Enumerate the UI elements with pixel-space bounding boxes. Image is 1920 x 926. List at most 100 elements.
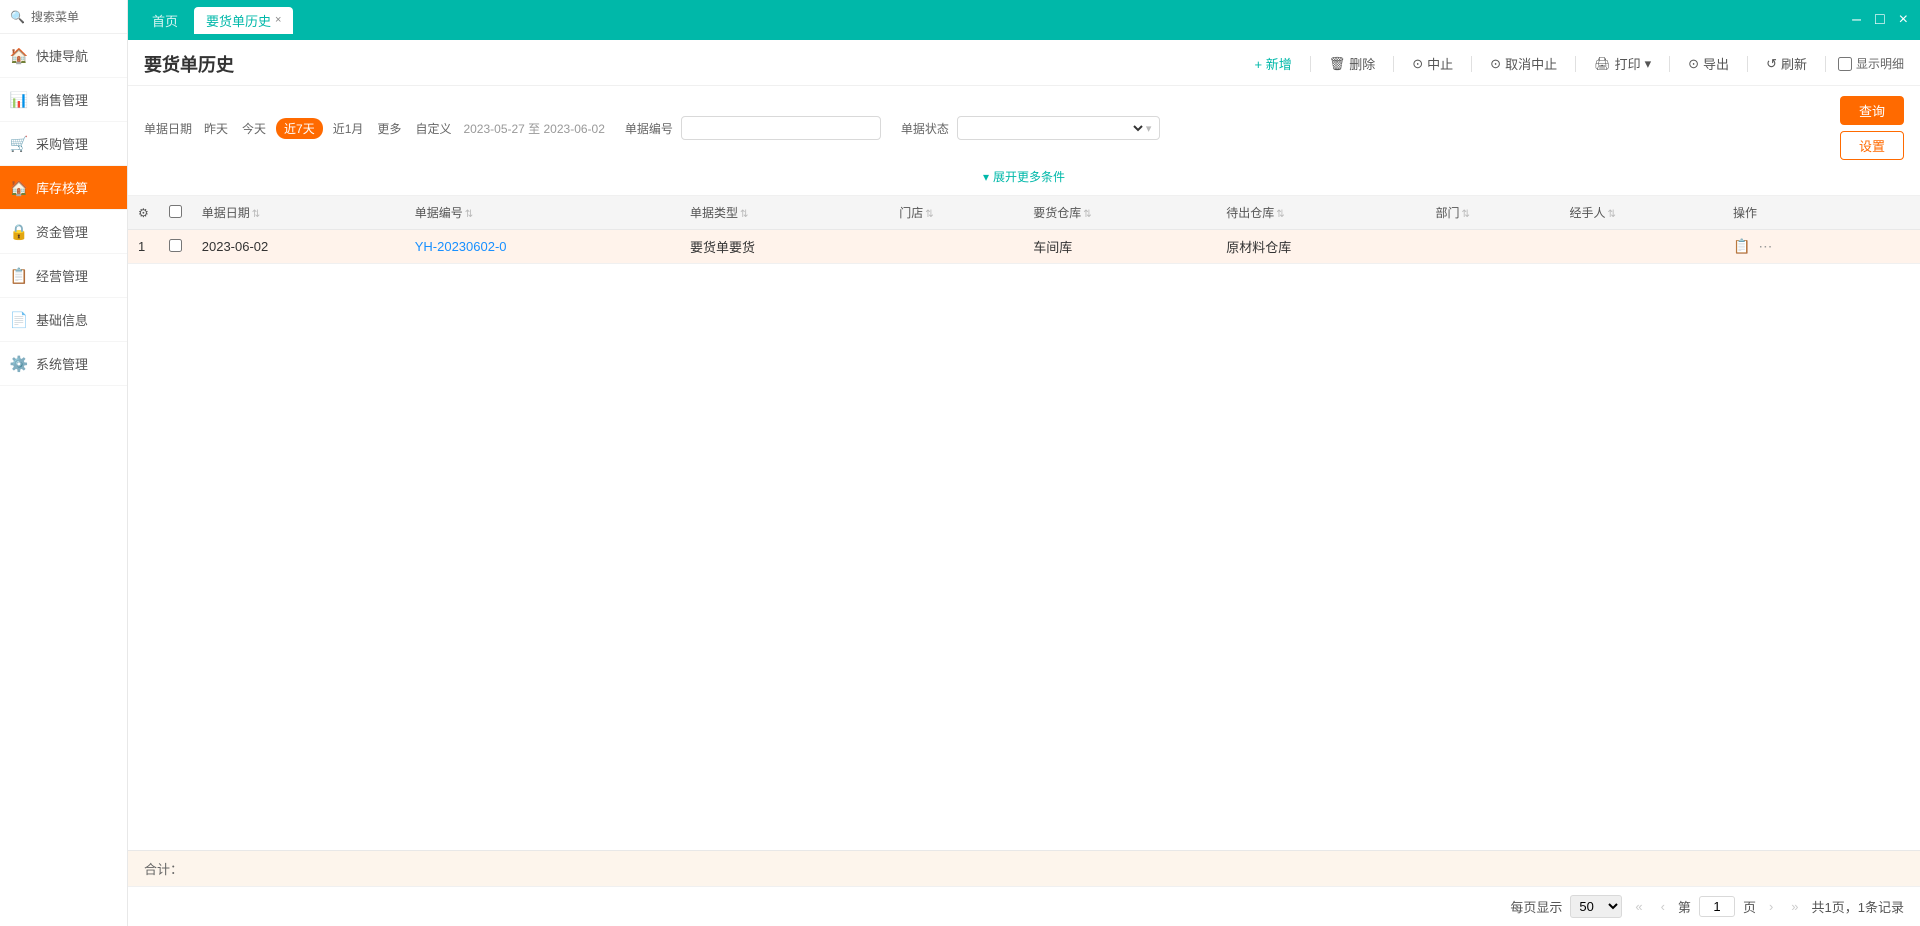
page-label-before: 第 [1678, 897, 1691, 916]
row-checkbox[interactable] [169, 239, 182, 252]
next-page-button[interactable]: › [1764, 897, 1778, 916]
sidebar-item-label: 库存核算 [36, 178, 88, 197]
table-row: 12023-06-02YH-20230602-0要货单要货车间库原材料仓库📋⋯ [128, 230, 1920, 264]
footer-total-label: 合计： [144, 862, 183, 877]
date-btn-more[interactable]: 更多 [373, 119, 405, 138]
toolbar-divider-5 [1669, 56, 1670, 72]
window-maximize-button[interactable]: □ [1875, 11, 1885, 29]
status-select[interactable] [966, 120, 1146, 136]
view-action-icon[interactable]: 📋 [1733, 238, 1750, 255]
status-dropdown-icon: ▾ [1146, 122, 1152, 135]
sidebar-item-label: 系统管理 [36, 354, 88, 373]
sort-icon: ⇅ [1607, 209, 1615, 220]
date-btn-yesterday[interactable]: 昨天 [200, 119, 232, 138]
print-label: 打印 [1615, 54, 1641, 73]
sidebar-item-system[interactable]: ⚙️ 系统管理 [0, 342, 127, 386]
delete-button[interactable]: 🗑 删除 [1323, 50, 1382, 77]
window-close-button[interactable]: × [1899, 11, 1908, 29]
date-btn-custom[interactable]: 自定义 [411, 119, 455, 138]
sort-icon: ⇅ [925, 209, 933, 220]
col-doc-no[interactable]: 单据编号⇅ [405, 196, 680, 230]
table-container: ⚙ 单据日期⇅ 单据编号⇅ 单据类型⇅ 门店⇅ [128, 196, 1920, 850]
new-button-label: + 新增 [1254, 54, 1291, 73]
pagination: 每页显示 50 10 20 100 « ‹ 第 页 › » 共1页，1条记录 [128, 886, 1920, 926]
sidebar-item-inventory[interactable]: 🏠 库存核算 [0, 166, 127, 210]
sidebar-item-label: 快捷导航 [36, 46, 88, 65]
sidebar-item-label: 采购管理 [36, 134, 88, 153]
show-detail-checkbox[interactable] [1838, 57, 1852, 71]
date-filter: 单据日期 昨天 今天 近7天 近1月 更多 自定义 2023-05-27 至 2… [144, 118, 605, 139]
filter-action-buttons: 查询 设置 [1840, 96, 1904, 160]
stop-button[interactable]: ⊙ 中止 [1406, 50, 1459, 77]
refresh-icon: ↺ [1766, 56, 1777, 72]
finance-icon: 🔒 [10, 223, 28, 241]
sidebar-item-label: 资金管理 [36, 222, 88, 241]
refresh-button[interactable]: ↺ 刷新 [1760, 50, 1813, 77]
cell-doc-type: 要货单要货 [680, 230, 889, 264]
col-pending-warehouse[interactable]: 待出仓库⇅ [1216, 196, 1425, 230]
col-doc-type[interactable]: 单据类型⇅ [680, 196, 889, 230]
filter-area: 单据日期 昨天 今天 近7天 近1月 更多 自定义 2023-05-27 至 2… [128, 86, 1920, 196]
col-settings[interactable]: ⚙ [128, 196, 159, 230]
tab-home[interactable]: 首页 [140, 7, 190, 34]
sidebar-item-label: 经营管理 [36, 266, 88, 285]
print-dropdown-icon[interactable]: ▾ [1645, 56, 1652, 72]
topbar-corner-buttons: – □ × [1852, 11, 1908, 29]
toolbar-divider-7 [1825, 56, 1826, 72]
col-req-warehouse[interactable]: 要货仓库⇅ [1023, 196, 1216, 230]
tab-close-icon[interactable]: × [275, 14, 281, 26]
basic-info-icon: 📄 [10, 311, 28, 329]
toolbar-divider-2 [1393, 56, 1394, 72]
doc-no-label: 单据编号 [625, 120, 673, 137]
toolbar-divider-3 [1471, 56, 1472, 72]
sidebar-item-basic-info[interactable]: 📄 基础信息 [0, 298, 127, 342]
query-button[interactable]: 查询 [1840, 96, 1904, 125]
expand-more-label: 展开更多条件 [993, 168, 1065, 185]
date-quick-select: 昨天 今天 近7天 近1月 更多 自定义 [200, 118, 455, 139]
stop-icon: ⊙ [1412, 56, 1423, 72]
date-btn-1month[interactable]: 近1月 [329, 119, 368, 138]
cancel-stop-button[interactable]: ⊙ 取消中止 [1484, 50, 1563, 77]
print-icon: 🖨 [1594, 56, 1611, 72]
cell-req-warehouse: 车间库 [1023, 230, 1216, 264]
last-page-button[interactable]: » [1786, 897, 1803, 916]
doc-no-input[interactable] [681, 116, 881, 140]
page-size-select[interactable]: 50 10 20 100 [1570, 895, 1622, 918]
first-page-button[interactable]: « [1630, 897, 1647, 916]
col-handler[interactable]: 经手人⇅ [1559, 196, 1722, 230]
show-detail-toggle[interactable]: 显示明细 [1838, 55, 1904, 72]
doc-no-link[interactable]: YH-20230602-0 [415, 239, 507, 254]
prev-page-button[interactable]: ‹ [1656, 897, 1670, 916]
cancel-stop-label: 取消中止 [1505, 54, 1557, 73]
tab-requisition-history[interactable]: 要货单历史 × [194, 7, 293, 34]
col-store[interactable]: 门店⇅ [889, 196, 1023, 230]
status-select-wrap: ▾ [957, 116, 1161, 140]
sidebar-item-sales[interactable]: 📊 销售管理 [0, 78, 127, 122]
sort-icon: ⇅ [740, 209, 748, 220]
page-input[interactable] [1699, 896, 1735, 917]
requisition-table: ⚙ 单据日期⇅ 单据编号⇅ 单据类型⇅ 门店⇅ [128, 196, 1920, 264]
sidebar-item-quick-nav[interactable]: 🏠 快捷导航 [0, 34, 127, 78]
print-button[interactable]: 🖨 打印 ▾ [1588, 50, 1657, 77]
sidebar-item-purchase[interactable]: 🛒 采购管理 [0, 122, 127, 166]
col-action: 操作 [1723, 196, 1920, 230]
purchase-icon: 🛒 [10, 135, 28, 153]
date-btn-today[interactable]: 今天 [238, 119, 270, 138]
col-doc-date[interactable]: 单据日期⇅ [192, 196, 405, 230]
new-button[interactable]: + 新增 [1248, 50, 1297, 77]
date-btn-7days[interactable]: 近7天 [276, 118, 323, 139]
col-department[interactable]: 部门⇅ [1426, 196, 1560, 230]
home-icon: 🏠 [10, 47, 28, 65]
window-minimize-button[interactable]: – [1852, 11, 1861, 29]
sidebar-search[interactable]: 🔍 搜索菜单 [0, 0, 127, 34]
sidebar-item-finance[interactable]: 🔒 资金管理 [0, 210, 127, 254]
date-range-text: 2023-05-27 至 2023-06-02 [463, 120, 604, 137]
tab-home-label: 首页 [152, 11, 178, 30]
select-all-checkbox[interactable] [169, 205, 182, 218]
sidebar-item-operation[interactable]: 📋 经营管理 [0, 254, 127, 298]
export-button[interactable]: ⊙ 导出 [1682, 50, 1735, 77]
more-action-icon[interactable]: ⋯ [1758, 238, 1772, 255]
setting-button[interactable]: 设置 [1840, 131, 1904, 160]
sort-icon: ⇅ [465, 209, 473, 220]
expand-more[interactable]: ▾ 展开更多条件 [144, 168, 1904, 185]
